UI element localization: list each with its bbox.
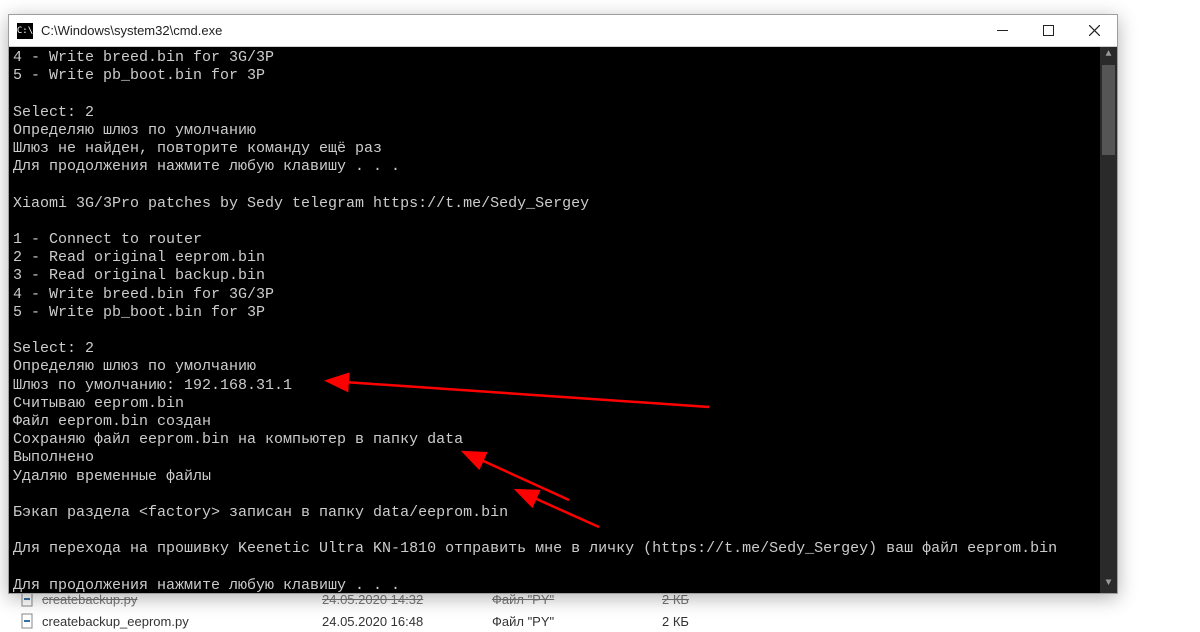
window-title: C:\Windows\system32\cmd.exe — [41, 23, 979, 38]
scroll-down-icon[interactable]: ▼ — [1100, 576, 1117, 593]
minimize-button[interactable] — [979, 15, 1025, 46]
file-name: createbackup_eeprom.py — [42, 614, 322, 629]
maximize-button[interactable] — [1025, 15, 1071, 46]
cmd-icon: C:\ — [17, 23, 33, 39]
titlebar[interactable]: C:\ C:\Windows\system32\cmd.exe — [9, 15, 1117, 47]
close-button[interactable] — [1071, 15, 1117, 46]
scroll-thumb[interactable] — [1102, 65, 1115, 155]
terminal-text: 4 - Write breed.bin for 3G/3P 5 - Write … — [13, 49, 1057, 593]
scroll-up-icon[interactable]: ▲ — [1100, 47, 1117, 64]
vertical-scrollbar[interactable]: ▲ ▼ — [1100, 47, 1117, 593]
python-file-icon — [20, 613, 36, 629]
file-type: Файл "PY" — [492, 614, 662, 629]
cmd-window: C:\ C:\Windows\system32\cmd.exe 4 - Writ… — [8, 14, 1118, 594]
terminal-output[interactable]: 4 - Write breed.bin for 3G/3P 5 - Write … — [9, 47, 1117, 593]
explorer-file-list: createbackup.py 24.05.2020 14:32 Файл "P… — [10, 588, 1190, 632]
table-row[interactable]: createbackup_eeprom.py 24.05.2020 16:48 … — [10, 610, 1190, 632]
window-controls — [979, 15, 1117, 46]
file-size: 2 КБ — [662, 614, 742, 629]
file-date: 24.05.2020 16:48 — [322, 614, 492, 629]
